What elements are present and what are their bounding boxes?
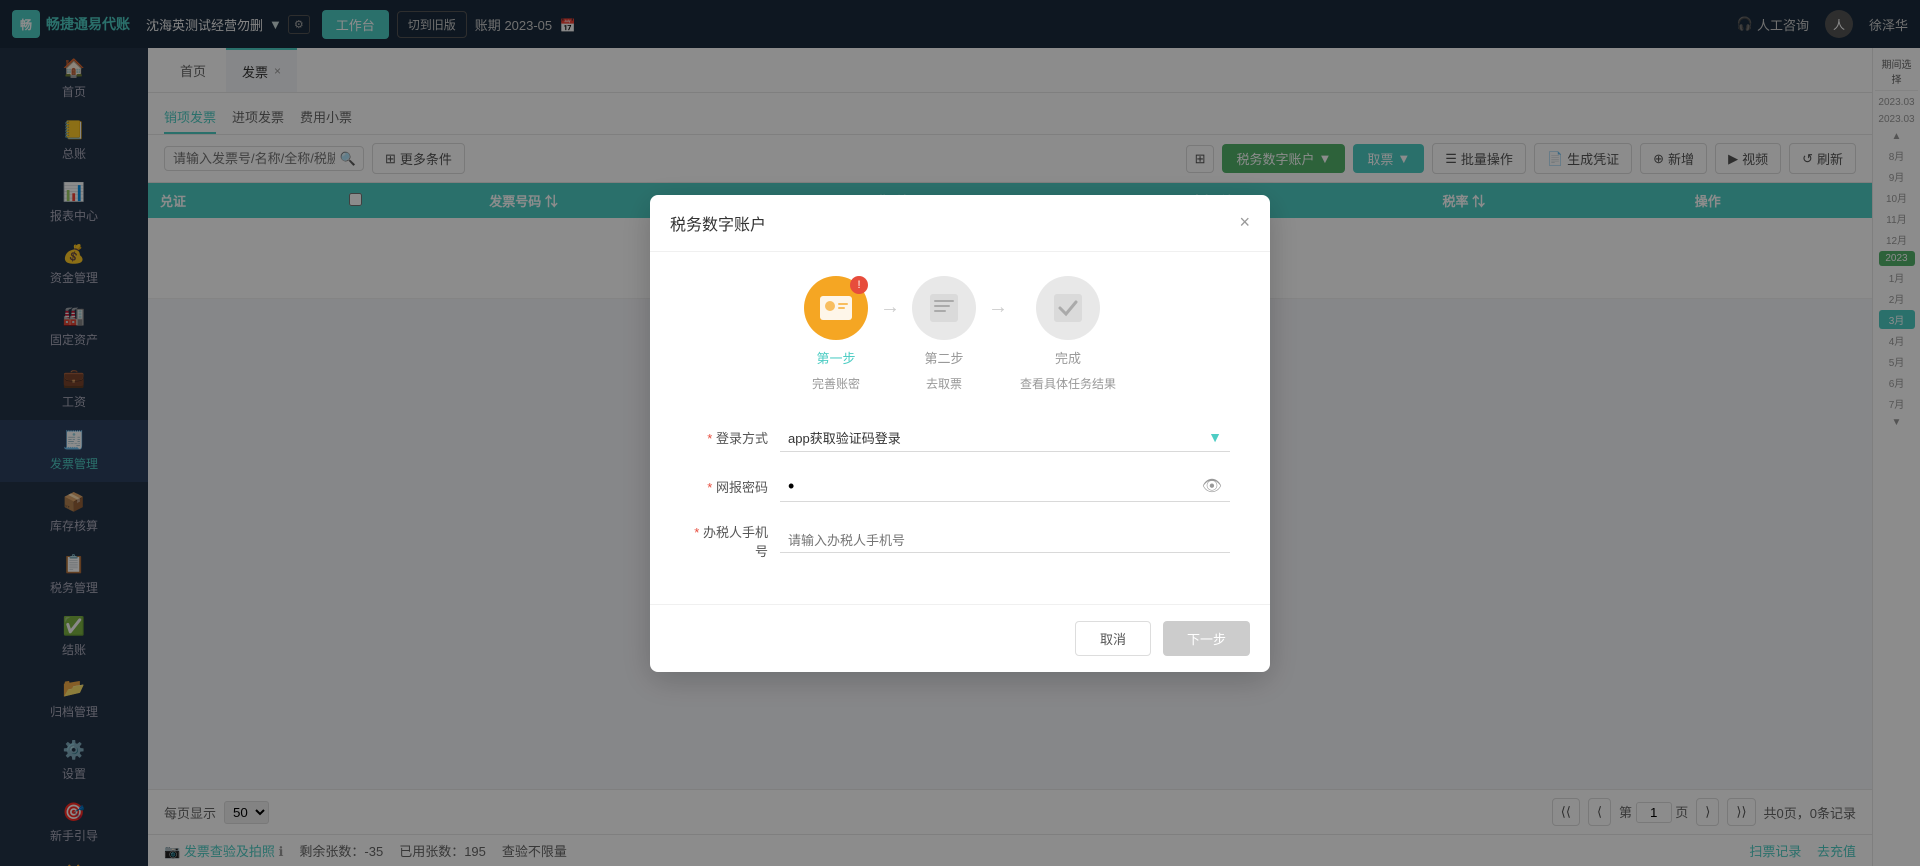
next-button[interactable]: 下一步	[1163, 621, 1250, 656]
step-1-label: 第一步	[816, 348, 855, 367]
step-3-icon-wrap	[1036, 276, 1100, 340]
arrow-1: →	[868, 296, 912, 319]
step-3-icon	[1050, 290, 1086, 326]
phone-required: *	[694, 525, 699, 540]
password-input[interactable]	[780, 472, 1194, 501]
step-2-icon-wrap	[912, 276, 976, 340]
password-label: * 网报密码	[690, 477, 780, 496]
modal-body: ! 第一步 完善账密 →	[650, 252, 1270, 604]
modal-form: * 登录方式 app获取验证码登录 ▼ * 网报密码	[690, 424, 1230, 560]
login-method-value: app获取验证码登录	[788, 428, 1208, 447]
login-method-select[interactable]: app获取验证码登录 ▼	[780, 424, 1230, 452]
phone-label: * 办税人手机号	[690, 522, 780, 560]
step-2-desc: 去取票	[926, 375, 962, 392]
steps: ! 第一步 完善账密 →	[690, 276, 1230, 392]
step-1-icon	[818, 290, 854, 326]
login-method-required: *	[707, 431, 712, 446]
login-method-dropdown-icon: ▼	[1208, 429, 1222, 445]
step-3: 完成 查看具体任务结果	[1020, 276, 1116, 392]
step-1-badge: !	[850, 276, 868, 294]
step-3-label: 完成	[1055, 348, 1081, 367]
step-2-label: 第二步	[924, 348, 963, 367]
step-1-desc: 完善账密	[812, 375, 860, 392]
login-method-row: * 登录方式 app获取验证码登录 ▼	[690, 424, 1230, 452]
step-2-icon	[926, 290, 962, 326]
password-input-wrap: 👁	[780, 472, 1230, 502]
modal-footer: 取消 下一步	[650, 604, 1270, 672]
password-required: *	[707, 480, 712, 495]
password-row: * 网报密码 👁	[690, 472, 1230, 502]
tax-digital-modal: 税务数字账户 × !	[650, 195, 1270, 672]
password-toggle-icon[interactable]: 👁	[1194, 472, 1230, 500]
step-3-desc: 查看具体任务结果	[1020, 375, 1116, 392]
modal-header: 税务数字账户 ×	[650, 195, 1270, 252]
cancel-button[interactable]: 取消	[1075, 621, 1151, 656]
phone-input[interactable]	[780, 529, 1230, 553]
modal-close-button[interactable]: ×	[1239, 212, 1250, 233]
login-method-label: * 登录方式	[690, 428, 780, 447]
modal-overlay: 税务数字账户 × !	[0, 0, 1920, 866]
step-1: ! 第一步 完善账密	[804, 276, 868, 392]
step-2: 第二步 去取票	[912, 276, 976, 392]
modal-title: 税务数字账户	[670, 211, 766, 235]
arrow-2: →	[976, 296, 1020, 319]
step-1-icon-wrap: !	[804, 276, 868, 340]
phone-row: * 办税人手机号	[690, 522, 1230, 560]
